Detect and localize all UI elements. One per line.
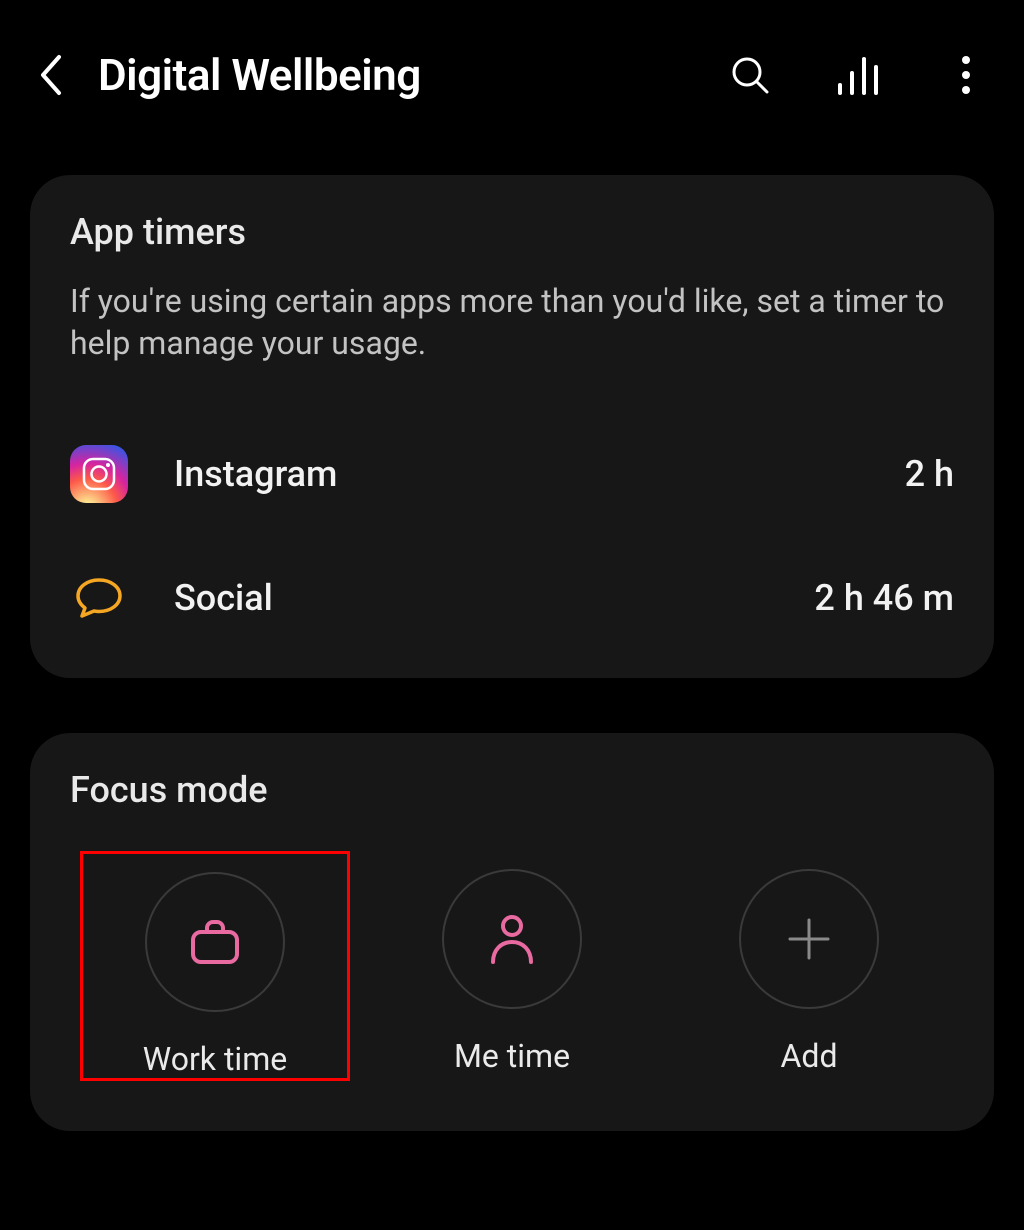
focus-item-add[interactable]: Add (674, 851, 944, 1081)
focus-circle (739, 869, 879, 1009)
page-title: Digital Wellbeing (98, 49, 421, 101)
focus-mode-card: Focus mode Work time Me (30, 733, 994, 1131)
timer-app-name: Instagram (174, 453, 905, 495)
plus-icon (784, 914, 834, 964)
app-timers-title: App timers (70, 211, 954, 253)
focus-item-label: Me time (454, 1037, 570, 1075)
timer-list: Instagram 2 h Social 2 h 46 m (70, 434, 954, 638)
focus-item-label: Add (781, 1037, 838, 1075)
focus-item-work-time[interactable]: Work time (80, 851, 350, 1081)
briefcase-icon (187, 916, 243, 968)
timer-app-time: 2 h 46 m (814, 577, 954, 619)
more-vertical-icon (961, 55, 971, 95)
focus-item-me-time[interactable]: Me time (377, 851, 647, 1081)
focus-mode-title: Focus mode (70, 769, 954, 811)
more-button[interactable] (938, 47, 994, 103)
stats-button[interactable] (830, 47, 886, 103)
instagram-icon (70, 445, 128, 503)
search-button[interactable] (722, 47, 778, 103)
app-timers-card: App timers If you're using certain apps … (30, 175, 994, 678)
search-icon (729, 54, 771, 96)
person-icon (487, 912, 537, 966)
focus-circle (145, 872, 285, 1012)
timer-row-social[interactable]: Social 2 h 46 m (70, 558, 954, 638)
bar-chart-icon (836, 55, 880, 95)
app-header: Digital Wellbeing (30, 0, 994, 150)
timer-app-time: 2 h (905, 453, 954, 495)
back-button[interactable] (30, 55, 70, 95)
timer-row-instagram[interactable]: Instagram 2 h (70, 434, 954, 514)
timer-app-name: Social (174, 577, 814, 619)
chat-icon (70, 569, 128, 627)
focus-mode-row: Work time Me time Add (70, 851, 954, 1081)
app-timers-description: If you're using certain apps more than y… (70, 281, 954, 364)
focus-item-label: Work time (143, 1040, 287, 1078)
chevron-left-icon (38, 54, 62, 96)
focus-circle (442, 869, 582, 1009)
